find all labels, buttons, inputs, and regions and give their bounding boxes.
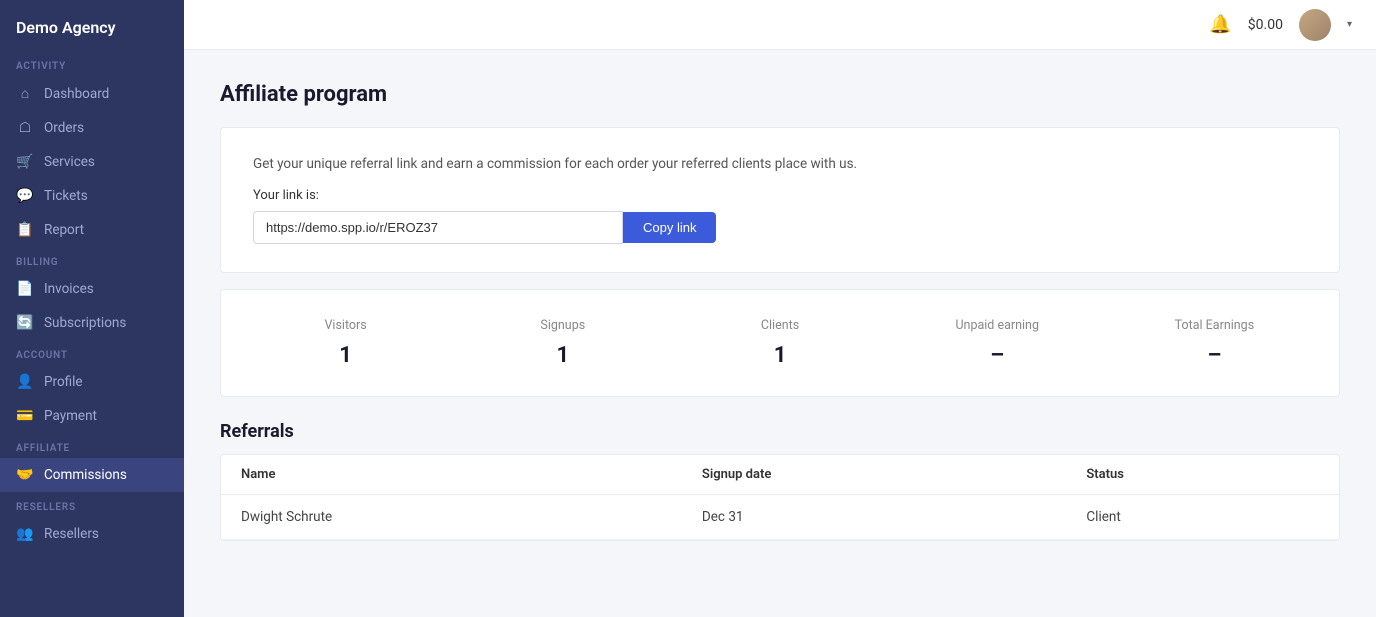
affiliate-link-card: Get your unique referral link and earn a… bbox=[220, 127, 1340, 273]
sidebar-item-label: Payment bbox=[44, 408, 97, 424]
account-section-label: ACCOUNT bbox=[0, 340, 184, 365]
tickets-icon: 💬 bbox=[16, 188, 34, 204]
app-logo: Demo Agency bbox=[0, 0, 184, 51]
sidebar-item-services[interactable]: 🛒 Services bbox=[0, 145, 184, 179]
col-status: Status bbox=[1066, 455, 1339, 495]
sidebar-item-subscriptions[interactable]: 🔄 Subscriptions bbox=[0, 306, 184, 340]
sidebar-item-commissions[interactable]: 🤝 Commissions bbox=[0, 458, 184, 492]
referrals-table-body: Dwight Schrute Dec 31 Client bbox=[221, 495, 1339, 540]
col-signup-date: Signup date bbox=[682, 455, 1066, 495]
sidebar-item-tickets[interactable]: 💬 Tickets bbox=[0, 179, 184, 213]
sidebar-item-label: Profile bbox=[44, 374, 83, 390]
services-icon: 🛒 bbox=[16, 154, 34, 170]
stat-clients-value: 1 bbox=[671, 343, 888, 368]
sidebar-item-label: Commissions bbox=[44, 467, 127, 483]
account-chevron-down-icon[interactable]: ▾ bbox=[1347, 19, 1352, 30]
stat-total-value: – bbox=[1106, 343, 1323, 368]
payment-icon: 💳 bbox=[16, 408, 34, 424]
activity-section-label: ACTIVITY bbox=[0, 51, 184, 76]
stat-visitors-value: 1 bbox=[237, 343, 454, 368]
row-signup-date: Dec 31 bbox=[682, 495, 1066, 540]
stat-unpaid: Unpaid earning – bbox=[889, 318, 1106, 368]
sidebar-item-report[interactable]: 📋 Report bbox=[0, 213, 184, 247]
sidebar-item-label: Dashboard bbox=[44, 86, 109, 102]
sidebar-item-invoices[interactable]: 📄 Invoices bbox=[0, 272, 184, 306]
col-name: Name bbox=[221, 455, 682, 495]
content-area: Affiliate program Get your unique referr… bbox=[184, 50, 1376, 617]
stat-clients: Clients 1 bbox=[671, 318, 888, 368]
billing-section-label: BILLING bbox=[0, 247, 184, 272]
stat-visitors: Visitors 1 bbox=[237, 318, 454, 368]
referrals-header-row: Name Signup date Status bbox=[221, 455, 1339, 495]
commissions-icon: 🤝 bbox=[16, 467, 34, 483]
sidebar-item-label: Subscriptions bbox=[44, 315, 126, 331]
affiliate-description: Get your unique referral link and earn a… bbox=[253, 156, 1307, 172]
referrals-table-head: Name Signup date Status bbox=[221, 455, 1339, 495]
stat-visitors-label: Visitors bbox=[237, 318, 454, 333]
stat-unpaid-label: Unpaid earning bbox=[889, 318, 1106, 333]
sidebar-item-label: Report bbox=[44, 222, 84, 238]
link-row: Copy link bbox=[253, 211, 1307, 244]
report-icon: 📋 bbox=[16, 222, 34, 238]
referrals-title: Referrals bbox=[220, 421, 1340, 442]
sidebar-item-payment[interactable]: 💳 Payment bbox=[0, 399, 184, 433]
referrals-table: Name Signup date Status Dwight Schrute D… bbox=[221, 455, 1339, 540]
topbar: 🔔 $0.00 ▾ bbox=[184, 0, 1376, 50]
orders-icon: ☖ bbox=[16, 120, 34, 136]
account-balance: $0.00 bbox=[1248, 17, 1283, 33]
stat-total-label: Total Earnings bbox=[1106, 318, 1323, 333]
sidebar-item-label: Services bbox=[44, 154, 95, 170]
invoices-icon: 📄 bbox=[16, 281, 34, 297]
resellers-section-label: RESELLERS bbox=[0, 492, 184, 517]
stat-signups-value: 1 bbox=[454, 343, 671, 368]
sidebar-item-profile[interactable]: 👤 Profile bbox=[0, 365, 184, 399]
page-title: Affiliate program bbox=[220, 82, 1340, 107]
stats-card: Visitors 1 Signups 1 Clients 1 Unpaid ea… bbox=[220, 289, 1340, 397]
table-row: Dwight Schrute Dec 31 Client bbox=[221, 495, 1339, 540]
sidebar-item-label: Orders bbox=[44, 120, 84, 136]
row-name: Dwight Schrute bbox=[221, 495, 682, 540]
sidebar-item-dashboard[interactable]: ⌂ Dashboard bbox=[0, 76, 184, 111]
main-area: 🔔 $0.00 ▾ Affiliate program Get your uni… bbox=[184, 0, 1376, 617]
sidebar-item-label: Resellers bbox=[44, 526, 99, 542]
row-status: Client bbox=[1066, 495, 1339, 540]
sidebar: Demo Agency ACTIVITY ⌂ Dashboard ☖ Order… bbox=[0, 0, 184, 617]
affiliate-section-label: AFFILIATE bbox=[0, 433, 184, 458]
sidebar-item-label: Invoices bbox=[44, 281, 94, 297]
stat-signups: Signups 1 bbox=[454, 318, 671, 368]
sidebar-item-label: Tickets bbox=[44, 188, 88, 204]
stat-signups-label: Signups bbox=[454, 318, 671, 333]
stat-total: Total Earnings – bbox=[1106, 318, 1323, 368]
stat-clients-label: Clients bbox=[671, 318, 888, 333]
profile-icon: 👤 bbox=[16, 374, 34, 390]
affiliate-link-input[interactable] bbox=[253, 211, 623, 244]
stat-unpaid-value: – bbox=[889, 343, 1106, 368]
sidebar-item-resellers[interactable]: 👥 Resellers bbox=[0, 517, 184, 551]
notification-bell-icon[interactable]: 🔔 bbox=[1209, 14, 1231, 35]
avatar-image bbox=[1299, 9, 1331, 41]
copy-link-button[interactable]: Copy link bbox=[623, 212, 716, 243]
sidebar-item-orders[interactable]: ☖ Orders bbox=[0, 111, 184, 145]
avatar[interactable] bbox=[1299, 9, 1331, 41]
resellers-icon: 👥 bbox=[16, 526, 34, 542]
subscriptions-icon: 🔄 bbox=[16, 315, 34, 331]
link-label: Your link is: bbox=[253, 188, 1307, 203]
referrals-table-wrap: Name Signup date Status Dwight Schrute D… bbox=[220, 454, 1340, 541]
dashboard-icon: ⌂ bbox=[16, 85, 34, 102]
